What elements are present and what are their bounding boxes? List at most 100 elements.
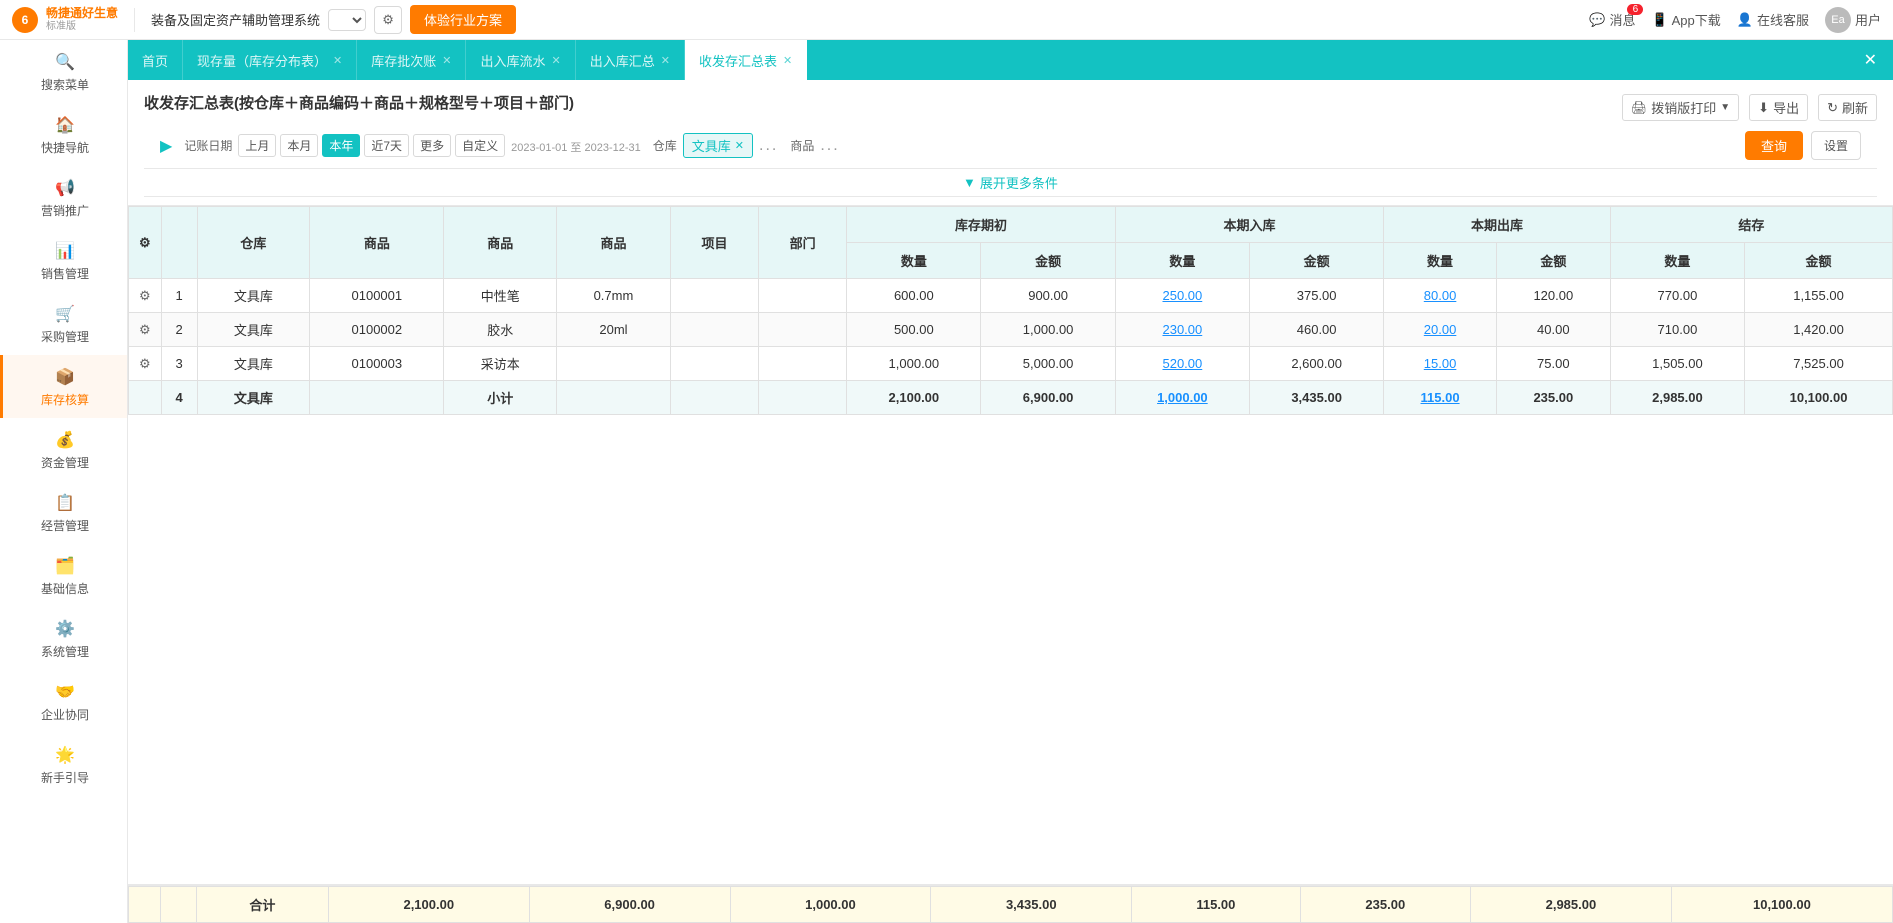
top-bar: 6 畅捷通好生意 标准版 装备及固定资产辅助管理系统 ⚙ 体验行业方案 💬 消息…	[0, 0, 1893, 40]
row2-gear[interactable]: ⚙	[129, 313, 162, 347]
sidebar-item-operations[interactable]: 📋 经营管理	[0, 481, 127, 544]
date-more[interactable]: 更多	[413, 134, 451, 157]
col-group-in: 本期入库	[1115, 207, 1384, 243]
app-download-button[interactable]: 📱 App下载	[1651, 10, 1720, 29]
sidebar-item-purchase[interactable]: 🛒 采购管理	[0, 292, 127, 355]
expand-more-bar[interactable]: ▼ 展开更多条件	[144, 169, 1877, 197]
row1-num: 1	[161, 279, 197, 313]
goods-filter-group: 商品 ...	[790, 137, 839, 155]
tab-summary-close[interactable]: ✕	[661, 54, 670, 67]
home-icon: 🏠	[55, 115, 75, 135]
row1-out-amt: 120.00	[1496, 279, 1610, 313]
sidebar-item-sales[interactable]: 📊 销售管理	[0, 229, 127, 292]
warehouse-more-btn[interactable]: ...	[759, 137, 778, 155]
goods-more-btn[interactable]: ...	[820, 137, 839, 155]
guide-icon: 🌟	[55, 745, 75, 765]
row3-goods-code: 0100003	[310, 347, 444, 381]
date-this-year[interactable]: 本年	[322, 134, 360, 157]
print-label: 拨销版打印	[1651, 98, 1716, 117]
row3-closing-qty: 1,505.00	[1610, 347, 1744, 381]
trial-button[interactable]: 体验行业方案	[410, 5, 516, 34]
row3-out-qty[interactable]: 15.00	[1384, 347, 1497, 381]
col-out-qty-header: 数量	[1384, 243, 1497, 279]
col-in-amt-header: 金额	[1250, 243, 1384, 279]
tab-stock-dist[interactable]: 现存量（库存分布表） ✕	[183, 40, 357, 80]
table-row: ⚙ 1 文具库 0100001 中性笔 0.7mm 600.00 900.00 …	[129, 279, 1893, 313]
expand-chevron-icon: ▼	[963, 175, 976, 190]
table-row: ⚙ 3 文具库 0100003 采访本 1,000.00 5,000.00 52…	[129, 347, 1893, 381]
tab-stock-dist-close[interactable]: ✕	[333, 54, 342, 67]
row2-out-amt: 40.00	[1496, 313, 1610, 347]
warehouse-tag-close-btn[interactable]: ✕	[735, 139, 744, 152]
page-title: 收发存汇总表(按仓库＋商品编码＋商品＋规格型号＋项目＋部门)	[144, 92, 574, 113]
sidebar-label-cooperation: 企业协同	[41, 706, 89, 723]
subtotal-gear	[129, 381, 162, 415]
sidebar-item-system[interactable]: ⚙️ 系统管理	[0, 607, 127, 670]
col-settings-header: ⚙	[129, 207, 162, 279]
tab-receive-send-close[interactable]: ✕	[783, 54, 792, 67]
online-service-button[interactable]: 👤 在线客服	[1737, 10, 1809, 29]
row2-in-qty[interactable]: 230.00	[1115, 313, 1249, 347]
subtotal-num: 4	[161, 381, 197, 415]
tab-receive-send[interactable]: 收发存汇总表 ✕	[685, 40, 807, 80]
export-button[interactable]: ⬇ 导出	[1749, 94, 1808, 121]
sidebar-item-cooperation[interactable]: 🤝 企业协同	[0, 670, 127, 733]
row1-gear[interactable]: ⚙	[129, 279, 162, 313]
row2-goods-name: 胶水	[444, 313, 557, 347]
warehouse-tag: 文具库 ✕	[683, 133, 753, 158]
sidebar-item-marketing[interactable]: 📢 营销推广	[0, 166, 127, 229]
row2-department	[759, 313, 847, 347]
print-button[interactable]: 🖨 拨销版打印 ▼	[1622, 94, 1739, 121]
filter-expand-arrow[interactable]: ▶	[160, 136, 172, 156]
sidebar-item-guide[interactable]: 🌟 新手引导	[0, 733, 127, 796]
sidebar-item-basic[interactable]: 🗂️ 基础信息	[0, 544, 127, 607]
row1-out-qty[interactable]: 80.00	[1384, 279, 1497, 313]
tab-flow[interactable]: 出入库流水 ✕	[466, 40, 575, 80]
query-button[interactable]: 查询	[1745, 131, 1803, 160]
footer-label: 合计	[197, 887, 329, 923]
sidebar-label-system: 系统管理	[41, 643, 89, 660]
refresh-label: 刷新	[1842, 98, 1868, 117]
system-select[interactable]	[328, 9, 366, 31]
tab-home[interactable]: 首页	[128, 40, 183, 80]
message-icon: 💬	[1589, 12, 1605, 28]
tab-batch[interactable]: 库存批次账 ✕	[357, 40, 466, 80]
setting-button[interactable]: 设置	[1811, 131, 1861, 160]
user-menu[interactable]: Ea 用户	[1825, 7, 1881, 33]
tab-summary[interactable]: 出入库汇总 ✕	[576, 40, 685, 80]
tab-all-close[interactable]: ✕	[1856, 52, 1885, 69]
warehouse-filter: 仓库 文具库 ✕ ...	[653, 133, 779, 158]
subtotal-in-qty[interactable]: 1,000.00	[1115, 381, 1249, 415]
row1-department	[759, 279, 847, 313]
tab-batch-close[interactable]: ✕	[442, 54, 451, 67]
subtotal-out-qty[interactable]: 115.00	[1384, 381, 1497, 415]
row1-closing-amt: 1,155.00	[1745, 279, 1893, 313]
basic-icon: 🗂️	[55, 556, 75, 576]
refresh-button[interactable]: ↻ 刷新	[1818, 94, 1877, 121]
row3-project	[670, 347, 758, 381]
tab-flow-close[interactable]: ✕	[552, 54, 561, 67]
row2-project	[670, 313, 758, 347]
row3-in-qty[interactable]: 520.00	[1115, 347, 1249, 381]
date-this-month[interactable]: 本月	[280, 134, 318, 157]
date-label: 记账日期	[184, 137, 232, 154]
col-opening-amt-header: 金额	[981, 243, 1115, 279]
sidebar-item-quick[interactable]: 🏠 快捷导航	[0, 103, 127, 166]
date-7days[interactable]: 近7天	[364, 134, 409, 157]
sidebar-label-operations: 经营管理	[41, 517, 89, 534]
sidebar-item-search[interactable]: 🔍 搜索菜单	[0, 40, 127, 103]
date-custom[interactable]: 自定义	[455, 134, 505, 157]
row3-gear[interactable]: ⚙	[129, 347, 162, 381]
row1-in-qty[interactable]: 250.00	[1115, 279, 1249, 313]
row2-goods-code: 0100002	[310, 313, 444, 347]
message-button[interactable]: 💬 消息 6	[1589, 10, 1635, 29]
settings-button[interactable]: ⚙	[374, 6, 402, 34]
date-last-month[interactable]: 上月	[238, 134, 276, 157]
system-name: 装备及固定资产辅助管理系统	[151, 10, 320, 29]
row1-opening-qty: 600.00	[847, 279, 981, 313]
subtotal-spec	[557, 381, 671, 415]
row2-out-qty[interactable]: 20.00	[1384, 313, 1497, 347]
footer-opening-qty: 2,100.00	[328, 887, 529, 923]
sidebar-item-finance[interactable]: 💰 资金管理	[0, 418, 127, 481]
sidebar-item-inventory[interactable]: 📦 库存核算	[0, 355, 127, 418]
